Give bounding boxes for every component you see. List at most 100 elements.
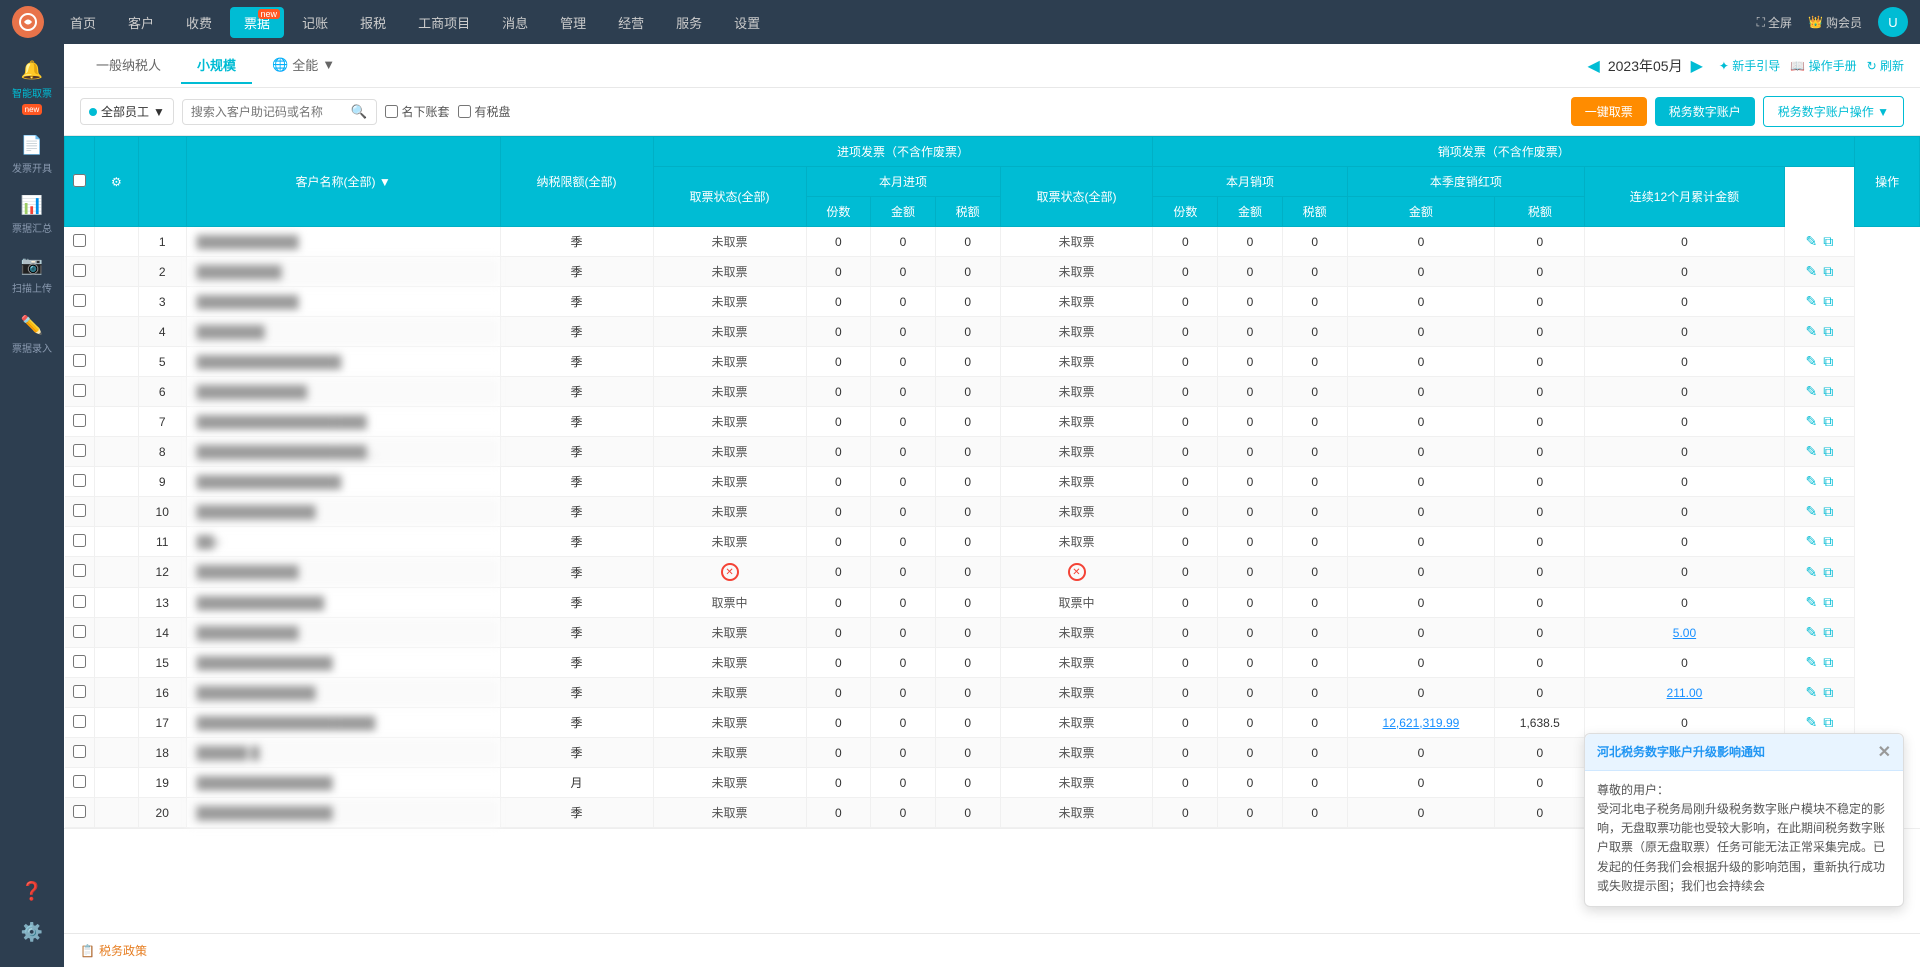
sidebar-item-help[interactable]: ❓: [17, 873, 47, 910]
row-checkbox[interactable]: [73, 775, 86, 788]
sidebar-item-ticket-summary[interactable]: 📊 票据汇总: [0, 187, 64, 243]
user-avatar[interactable]: U: [1878, 7, 1908, 37]
tab-all[interactable]: 🌐 全能 ▼: [256, 47, 351, 84]
copy-icon[interactable]: ⧉: [1823, 413, 1833, 430]
row-checkbox[interactable]: [73, 384, 86, 397]
sub-account-checkbox[interactable]: [385, 105, 398, 118]
fullscreen-btn[interactable]: ⛶ 全屏: [1757, 14, 1792, 31]
row-checkbox[interactable]: [73, 324, 86, 337]
row-client-name[interactable]: ██████████: [186, 257, 500, 287]
edit-icon[interactable]: ✎: [1806, 323, 1818, 340]
search-button[interactable]: 🔍: [351, 104, 368, 120]
edit-icon[interactable]: ✎: [1806, 263, 1818, 280]
refresh-btn[interactable]: ↻ 刷新: [1867, 57, 1904, 74]
edit-icon[interactable]: ✎: [1806, 413, 1818, 430]
row-checkbox[interactable]: [73, 444, 86, 457]
row-checkbox[interactable]: [73, 685, 86, 698]
row-checkbox[interactable]: [73, 264, 86, 277]
copy-icon[interactable]: ⧉: [1823, 443, 1833, 460]
copy-icon[interactable]: ⧉: [1823, 353, 1833, 370]
prev-month-btn[interactable]: ◀: [1588, 56, 1600, 76]
tab-small-scale[interactable]: 小规模: [181, 47, 252, 84]
row-checkbox[interactable]: [73, 354, 86, 367]
nav-operation[interactable]: 经营: [604, 7, 658, 38]
membership-btn[interactable]: 👑 购会员: [1808, 14, 1862, 31]
tax-policy-link[interactable]: 税务政策: [99, 942, 147, 959]
new-guide-btn[interactable]: ✦ 新手引导: [1719, 57, 1780, 74]
edit-icon[interactable]: ✎: [1806, 293, 1818, 310]
row-client-name[interactable]: ████████: [186, 317, 500, 347]
copy-icon[interactable]: ⧉: [1823, 684, 1833, 701]
copy-icon[interactable]: ⧉: [1823, 654, 1833, 671]
nav-manage[interactable]: 管理: [546, 7, 600, 38]
edit-icon[interactable]: ✎: [1806, 594, 1818, 611]
nav-client[interactable]: 客户: [114, 7, 168, 38]
edit-icon[interactable]: ✎: [1806, 684, 1818, 701]
edit-icon[interactable]: ✎: [1806, 443, 1818, 460]
one-click-ticket-btn[interactable]: 一键取票: [1571, 97, 1647, 126]
row-client-name[interactable]: ████████████: [186, 557, 500, 588]
row-client-name[interactable]: ██████████████: [186, 497, 500, 527]
row-client-name[interactable]: █████████████████: [186, 347, 500, 377]
edit-icon[interactable]: ✎: [1806, 233, 1818, 250]
sidebar-item-config[interactable]: ⚙️: [17, 914, 47, 951]
copy-icon[interactable]: ⧉: [1823, 473, 1833, 490]
copy-icon[interactable]: ⧉: [1823, 383, 1833, 400]
row-client-name[interactable]: ██████████████: [186, 678, 500, 708]
row-client-name[interactable]: ████████████████████: [186, 407, 500, 437]
row-checkbox[interactable]: [73, 805, 86, 818]
edit-icon[interactable]: ✎: [1806, 503, 1818, 520]
row-client-name[interactable]: ████████████: [186, 227, 500, 257]
edit-icon[interactable]: ✎: [1806, 624, 1818, 641]
nav-invoice[interactable]: 票据 new: [230, 7, 284, 38]
checkbox-tax-disk[interactable]: 有税盘: [458, 103, 511, 120]
copy-icon[interactable]: ⧉: [1823, 714, 1833, 731]
row-client-name[interactable]: ███████████████: [186, 588, 500, 618]
sidebar-item-invoice-open[interactable]: 📄 发票开具: [0, 127, 64, 183]
nav-service[interactable]: 服务: [662, 7, 716, 38]
row-checkbox[interactable]: [73, 504, 86, 517]
copy-icon[interactable]: ⧉: [1823, 503, 1833, 520]
row-checkbox[interactable]: [73, 625, 86, 638]
sidebar-item-scan-upload[interactable]: 📷 扫描上传: [0, 247, 64, 303]
row-client-name[interactable]: ████████████████: [186, 768, 500, 798]
edit-icon[interactable]: ✎: [1806, 383, 1818, 400]
row-client-name[interactable]: ████████████████: [186, 648, 500, 678]
row-checkbox[interactable]: [73, 234, 86, 247]
copy-icon[interactable]: ⧉: [1823, 263, 1833, 280]
nav-business[interactable]: 工商项目: [404, 7, 484, 38]
tab-general-taxpayer[interactable]: 一般纳税人: [80, 47, 177, 84]
nav-settings[interactable]: 设置: [720, 7, 774, 38]
nav-message[interactable]: 消息: [488, 7, 542, 38]
row-checkbox[interactable]: [73, 715, 86, 728]
nav-home[interactable]: 首页: [56, 7, 110, 38]
copy-icon[interactable]: ⧉: [1823, 233, 1833, 250]
row-checkbox[interactable]: [73, 294, 86, 307]
nav-accounting[interactable]: 记账: [288, 7, 342, 38]
row-checkbox[interactable]: [73, 595, 86, 608]
row-client-name[interactable]: ██e: [186, 527, 500, 557]
row-client-name[interactable]: █████████████: [186, 377, 500, 407]
sidebar-item-ticket-entry[interactable]: ✏️ 票据录入: [0, 307, 64, 363]
row-checkbox[interactable]: [73, 655, 86, 668]
row-checkbox[interactable]: [73, 414, 86, 427]
row-checkbox[interactable]: [73, 564, 86, 577]
checkbox-sub-account[interactable]: 名下账套: [385, 103, 450, 120]
copy-icon[interactable]: ⧉: [1823, 323, 1833, 340]
row-client-name[interactable]: ████████████████████...: [186, 437, 500, 467]
row-client-name[interactable]: ████████████: [186, 287, 500, 317]
manual-btn[interactable]: 📖 操作手册: [1790, 57, 1856, 74]
tax-disk-checkbox[interactable]: [458, 105, 471, 118]
edit-icon[interactable]: ✎: [1806, 714, 1818, 731]
row-checkbox[interactable]: [73, 474, 86, 487]
copy-icon[interactable]: ⧉: [1823, 533, 1833, 550]
nav-tax[interactable]: 报税: [346, 7, 400, 38]
sidebar-item-smart-ticket[interactable]: 🔔 智能取票 new: [0, 52, 64, 123]
search-input[interactable]: [191, 105, 351, 119]
copy-icon[interactable]: ⧉: [1823, 564, 1833, 581]
row-checkbox[interactable]: [73, 745, 86, 758]
edit-icon[interactable]: ✎: [1806, 654, 1818, 671]
tax-digital-ops-btn[interactable]: 税务数字账户操作 ▼: [1763, 96, 1904, 127]
select-all-checkbox[interactable]: [73, 174, 86, 187]
row-checkbox[interactable]: [73, 534, 86, 547]
